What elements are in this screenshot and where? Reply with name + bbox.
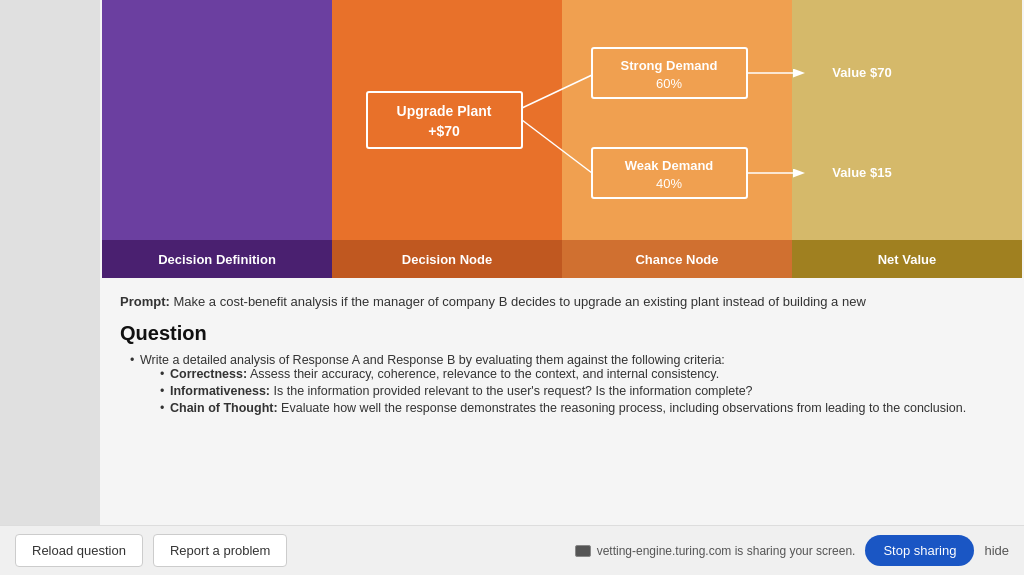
stop-sharing-button[interactable]: Stop sharing <box>865 535 974 566</box>
decision-tree-diagram: Decision Definition Decision Node Chance… <box>100 0 1024 280</box>
criteria-chain-of-thought: Chain of Thought: Evaluate how well the … <box>160 401 1004 415</box>
prompt-label: Prompt: <box>120 294 170 309</box>
sharing-text-label: vetting-engine.turing.com is sharing you… <box>597 544 856 558</box>
svg-text:Decision Definition: Decision Definition <box>158 252 276 267</box>
text-content: Prompt: Make a cost-benefit analysis if … <box>100 280 1024 525</box>
svg-text:Decision Node: Decision Node <box>402 252 492 267</box>
svg-text:Net Value: Net Value <box>878 252 937 267</box>
svg-text:Strong Demand: Strong Demand <box>621 58 718 73</box>
svg-rect-2 <box>562 0 792 240</box>
reload-question-button[interactable]: Reload question <box>15 534 143 567</box>
informativeness-term: Informativeness: <box>170 384 270 398</box>
correctness-term: Correctness: <box>170 367 247 381</box>
hide-button[interactable]: hide <box>984 543 1009 558</box>
svg-text:Value $70: Value $70 <box>832 65 891 80</box>
svg-rect-3 <box>792 0 1022 240</box>
criteria-list: Correctness: Assess their accuracy, cohe… <box>140 367 1004 415</box>
sharing-info: vetting-engine.turing.com is sharing you… <box>575 544 856 558</box>
chain-term: Chain of Thought: <box>170 401 278 415</box>
svg-text:60%: 60% <box>656 76 682 91</box>
question-heading: Question <box>120 322 1004 345</box>
svg-text:+$70: +$70 <box>428 123 460 139</box>
question-list: Write a detailed analysis of Response A … <box>120 353 1004 415</box>
chain-text: Evaluate how well the response demonstra… <box>281 401 966 415</box>
report-problem-button[interactable]: Report a problem <box>153 534 287 567</box>
svg-text:40%: 40% <box>656 176 682 191</box>
informativeness-text: Is the information provided relevant to … <box>274 384 753 398</box>
svg-text:Value $15: Value $15 <box>832 165 891 180</box>
correctness-text: Assess their accuracy, coherence, releva… <box>250 367 719 381</box>
svg-text:Upgrade Plant: Upgrade Plant <box>397 103 492 119</box>
prompt-text: Make a cost-benefit analysis if the mana… <box>173 294 865 309</box>
svg-rect-0 <box>102 0 332 240</box>
svg-text:Weak Demand: Weak Demand <box>625 158 714 173</box>
bottom-toolbar: Reload question Report a problem vetting… <box>0 525 1024 575</box>
content-area: Decision Definition Decision Node Chance… <box>100 0 1024 525</box>
main-container: Decision Definition Decision Node Chance… <box>0 0 1024 575</box>
svg-text:Chance Node: Chance Node <box>635 252 718 267</box>
question-intro: Write a detailed analysis of Response A … <box>130 353 1004 415</box>
criteria-correctness: Correctness: Assess their accuracy, cohe… <box>160 367 1004 381</box>
criteria-informativeness: Informativeness: Is the information prov… <box>160 384 1004 398</box>
prompt-paragraph: Prompt: Make a cost-benefit analysis if … <box>120 292 1004 312</box>
screen-icon <box>575 545 591 557</box>
